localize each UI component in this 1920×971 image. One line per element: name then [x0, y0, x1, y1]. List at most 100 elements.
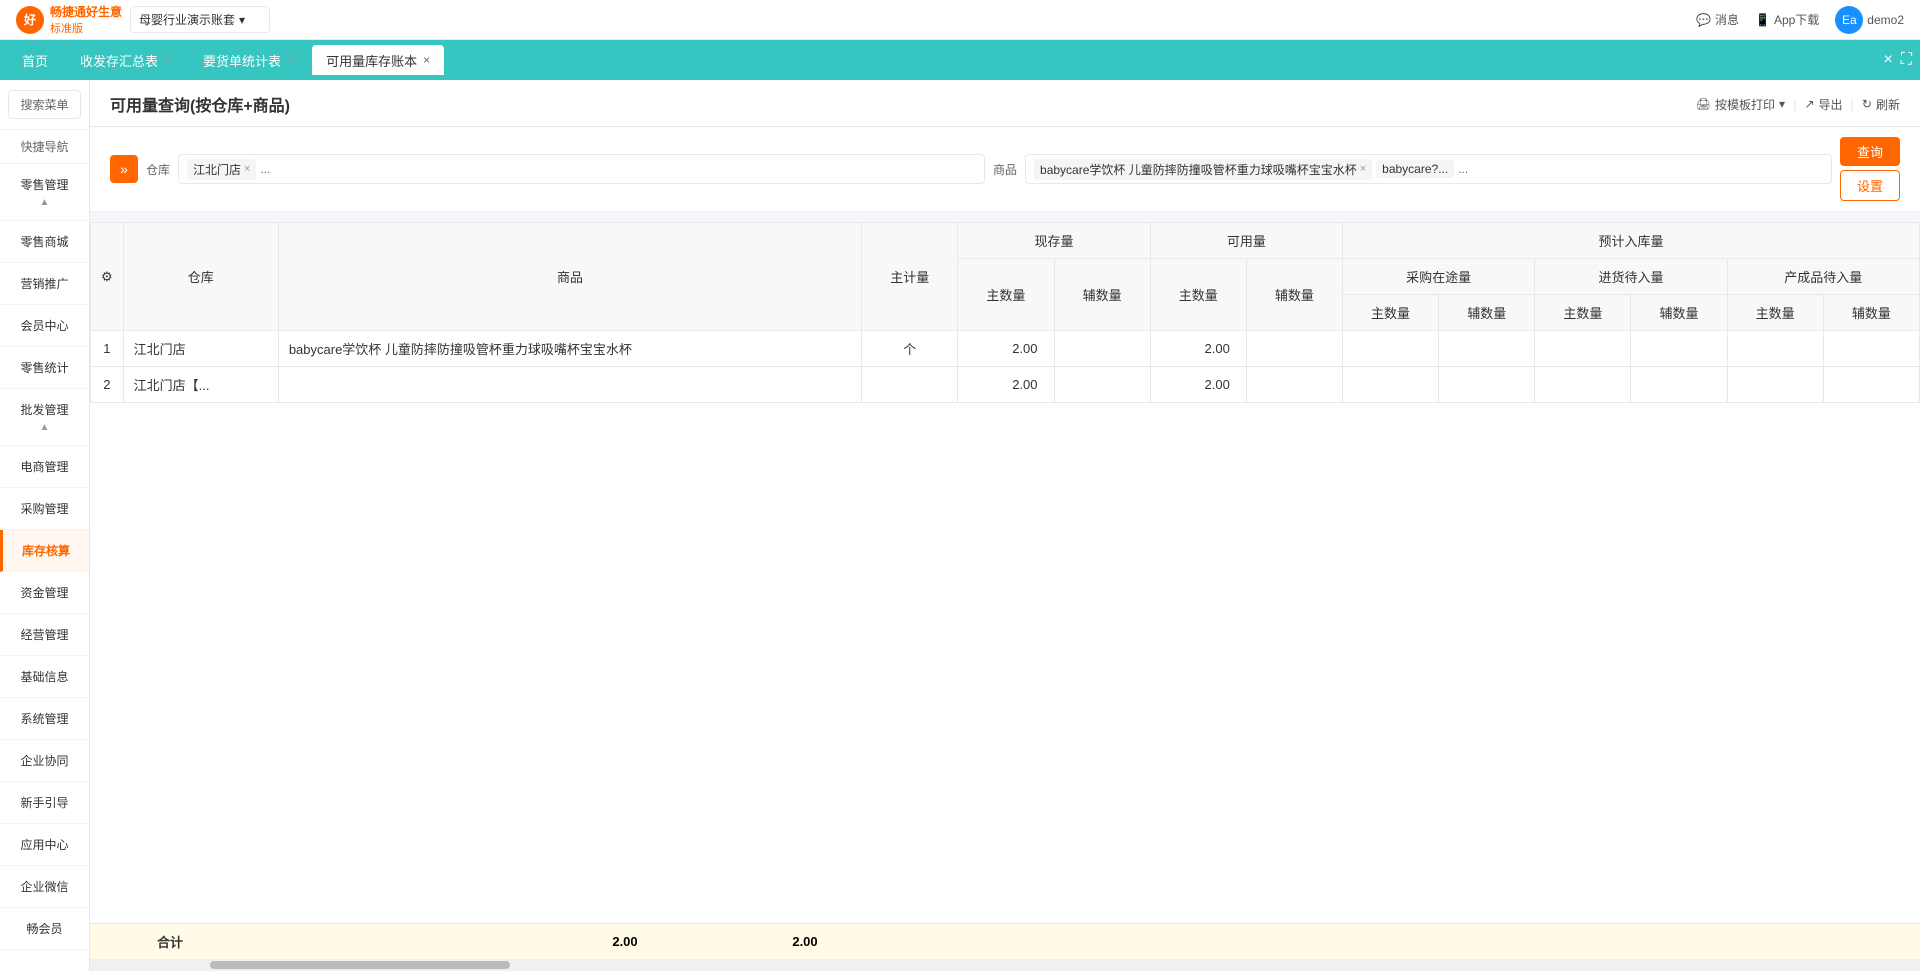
sidebar-item-operations[interactable]: 经营管理	[0, 614, 89, 656]
footer-label: 合计	[110, 932, 230, 951]
nav-tabs: 首页 收发存汇总表 × 要货单统计表 × 可用量库存账本 × × ⛶	[0, 40, 1920, 80]
cell-avail-aux-2	[1246, 367, 1342, 403]
cell-warehouse-2: 江北门店【...	[123, 367, 278, 403]
message-icon: 💬	[1696, 13, 1711, 27]
tab-yaohuo[interactable]: 要货单统计表 ×	[189, 45, 308, 75]
cell-purch-main-2	[1342, 367, 1438, 403]
cell-prod-main-2	[1727, 367, 1823, 403]
cell-avail-main-2: 2.00	[1150, 367, 1246, 403]
sidebar-item-wechat[interactable]: 企业微信	[0, 866, 89, 908]
th-purchase-aux: 辅数量	[1439, 295, 1535, 331]
nav-right: × ⛶	[1883, 51, 1912, 69]
th-available-aux: 辅数量	[1246, 259, 1342, 331]
th-warehouse: 仓库	[123, 223, 278, 331]
th-unit: 主计量	[862, 223, 958, 331]
filter-actions: 查询 设置	[1840, 137, 1900, 201]
warehouse-label: 仓库	[146, 161, 170, 178]
query-btn[interactable]: 查询	[1840, 137, 1900, 166]
filter-toggle-btn[interactable]: »	[110, 155, 138, 183]
sidebar-item-wholesale[interactable]: 批发管理 ▲	[0, 389, 89, 446]
industry-select[interactable]: 母婴行业演示账套 ▾	[130, 6, 270, 33]
sidebar-item-membership[interactable]: 会员中心	[0, 305, 89, 347]
sidebar-item-newbie[interactable]: 新手引导	[0, 782, 89, 824]
close-tab-yaohuo[interactable]: ×	[287, 53, 294, 67]
sidebar-item-member[interactable]: 畅会员	[0, 908, 89, 950]
logo-text: 畅捷通好生意 标准版	[50, 3, 122, 36]
product-more[interactable]: ...	[1458, 162, 1468, 176]
print-btn[interactable]: 🖨 按模板打印 ▾	[1696, 96, 1785, 113]
tab-shoufacun[interactable]: 收发存汇总表 ×	[66, 45, 185, 75]
content-area: 可用量查询(按仓库+商品) 🖨 按模板打印 ▾ | ↗ 导出 | ↻	[90, 80, 1920, 971]
th-production-aux: 辅数量	[1823, 295, 1919, 331]
avatar: Ea	[1835, 6, 1863, 34]
data-table: ⚙ 仓库 商品 主计量 现存量 可用量 预计入库量 主数量 辅数量 主数量 辅数…	[90, 222, 1920, 403]
set-btn[interactable]: 设置	[1840, 170, 1900, 201]
product-tag-1: babycare学饮杯 儿童防摔防撞吸管杯重力球吸嘴杯宝宝水杯 ×	[1034, 159, 1372, 180]
chevron-down-icon: ▾	[239, 13, 245, 27]
sidebar-item-app-center[interactable]: 应用中心	[0, 824, 89, 866]
table-footer: 合计 2.00 2.00	[90, 923, 1920, 959]
product-label: 商品	[993, 161, 1017, 178]
table-row: 1 江北门店 babycare学饮杯 儿童防摔防撞吸管杯重力球吸嘴杯宝宝水杯 个…	[91, 331, 1920, 367]
sidebar-item-retail-mall[interactable]: 零售商城	[0, 221, 89, 263]
filter-bar: » 仓库 江北门店 × ... 商品 babycare学饮杯 儿童防摔防撞吸管杯…	[90, 127, 1920, 212]
product-tags[interactable]: babycare学饮杯 儿童防摔防撞吸管杯重力球吸嘴杯宝宝水杯 × babyca…	[1025, 154, 1832, 184]
main-layout: 搜索菜单 快捷导航 零售管理 ▲ 零售商城 营销推广 会员中心 零售统计 批发管…	[0, 80, 1920, 971]
cell-warehouse-1: 江北门店	[123, 331, 278, 367]
sidebar-item-marketing[interactable]: 营销推广	[0, 263, 89, 305]
scroll-thumb[interactable]	[210, 961, 510, 969]
refresh-btn[interactable]: ↻ 刷新	[1862, 96, 1900, 113]
th-incoming-group: 进货待入量	[1535, 259, 1727, 295]
cell-avail-aux-1	[1246, 331, 1342, 367]
logo-icon: 好	[16, 6, 44, 34]
close-tab-keyongliang[interactable]: ×	[423, 53, 430, 67]
search-menu-btn[interactable]: 搜索菜单	[8, 90, 81, 119]
sidebar-item-inventory[interactable]: 库存核算	[0, 530, 89, 572]
settings-gear-icon[interactable]: ⚙	[101, 269, 113, 284]
close-tab-shoufacun[interactable]: ×	[164, 53, 171, 67]
sidebar-item-ecommerce[interactable]: 电商管理	[0, 446, 89, 488]
warehouse-tag: 江北门店 ×	[187, 159, 256, 180]
message-btn[interactable]: 💬 消息	[1696, 11, 1739, 28]
sidebar-search: 搜索菜单	[0, 80, 89, 130]
app-icon: 📱	[1755, 13, 1770, 27]
cell-product-1: babycare学饮杯 儿童防摔防撞吸管杯重力球吸嘴杯宝宝水杯	[278, 331, 861, 367]
cell-stock-aux-2	[1054, 367, 1150, 403]
sidebar: 搜索菜单 快捷导航 零售管理 ▲ 零售商城 营销推广 会员中心 零售统计 批发管…	[0, 80, 90, 971]
top-bar-left: 好 畅捷通好生意 标准版 母婴行业演示账套 ▾	[16, 3, 270, 36]
sidebar-item-retail-management[interactable]: 零售管理 ▲	[0, 164, 89, 221]
remove-product-tag-1[interactable]: ×	[1360, 163, 1366, 175]
cell-purch-aux-1	[1439, 331, 1535, 367]
product-tag-2: babycare?...	[1376, 160, 1454, 178]
page-actions: 🖨 按模板打印 ▾ | ↗ 导出 | ↻ 刷新	[1696, 96, 1900, 113]
quick-nav-btn[interactable]: 快捷导航	[0, 130, 89, 164]
sidebar-item-system[interactable]: 系统管理	[0, 698, 89, 740]
cell-inc-aux-2	[1631, 367, 1727, 403]
export-btn[interactable]: ↗ 导出	[1804, 96, 1842, 113]
tab-keyongliang[interactable]: 可用量库存账本 ×	[312, 45, 444, 75]
user-area[interactable]: Ea demo2	[1835, 6, 1904, 34]
cell-inc-main-2	[1535, 367, 1631, 403]
tab-home[interactable]: 首页	[8, 51, 62, 70]
sidebar-item-finance[interactable]: 资金管理	[0, 572, 89, 614]
remove-warehouse-tag[interactable]: ×	[244, 163, 250, 175]
th-production-main: 主数量	[1727, 295, 1823, 331]
sidebar-item-basic-info[interactable]: 基础信息	[0, 656, 89, 698]
warehouse-more[interactable]: ...	[260, 162, 270, 176]
cell-prod-aux-1	[1823, 331, 1919, 367]
scroll-bar-area[interactable]	[90, 959, 1920, 971]
warehouse-tags[interactable]: 江北门店 × ...	[178, 154, 985, 184]
th-stock-aux: 辅数量	[1054, 259, 1150, 331]
cell-unit-1: 个	[862, 331, 958, 367]
th-stock-group: 现存量	[958, 223, 1150, 259]
sidebar-item-purchasing[interactable]: 采购管理	[0, 488, 89, 530]
th-available-group: 可用量	[1150, 223, 1342, 259]
th-product: 商品	[278, 223, 861, 331]
table-container: ⚙ 仓库 商品 主计量 现存量 可用量 预计入库量 主数量 辅数量 主数量 辅数…	[90, 222, 1920, 923]
page-title: 可用量查询(按仓库+商品)	[110, 92, 290, 116]
app-download-btn[interactable]: 📱 App下载	[1755, 11, 1819, 28]
expand-window-btn[interactable]: ⛶	[1901, 51, 1912, 69]
sidebar-item-retail-stats[interactable]: 零售统计	[0, 347, 89, 389]
close-window-btn[interactable]: ×	[1883, 51, 1892, 69]
sidebar-item-enterprise[interactable]: 企业协同	[0, 740, 89, 782]
